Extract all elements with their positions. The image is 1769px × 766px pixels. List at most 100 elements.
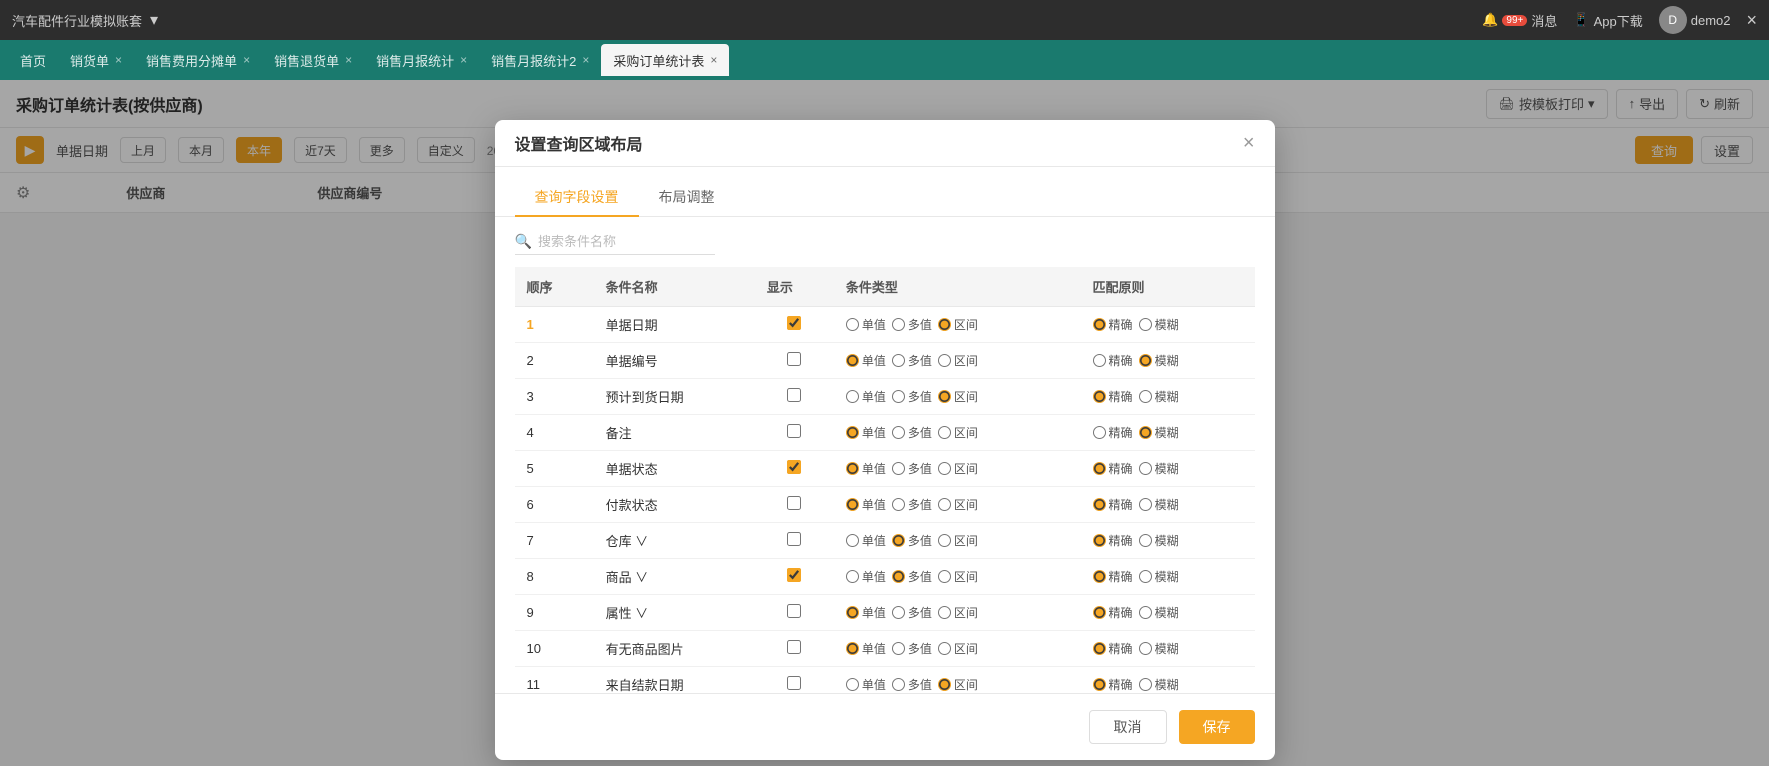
search-input[interactable] (538, 234, 698, 249)
type-multi-option[interactable]: 多值 (892, 604, 932, 621)
display-checkbox[interactable] (787, 352, 801, 366)
match-exact-option[interactable]: 精确 (1093, 496, 1133, 513)
type-single-option[interactable]: 单值 (846, 676, 886, 693)
type-range-option[interactable]: 区间 (938, 352, 978, 369)
type-range-option[interactable]: 区间 (938, 424, 978, 441)
match-exact-option[interactable]: 精确 (1093, 388, 1133, 405)
tab-4-close[interactable]: × (460, 53, 467, 67)
match-exact-option[interactable]: 精确 (1093, 604, 1133, 621)
tab-4[interactable]: 销售月报统计 × (364, 44, 479, 76)
display-checkbox[interactable] (787, 460, 801, 474)
match-fuzzy-option[interactable]: 模糊 (1139, 604, 1179, 621)
cell-display[interactable] (755, 630, 834, 666)
type-single-option[interactable]: 单值 (846, 532, 886, 549)
type-multi-option[interactable]: 多值 (892, 532, 932, 549)
match-fuzzy-option[interactable]: 模糊 (1139, 532, 1179, 549)
cell-display[interactable] (755, 486, 834, 522)
tab-sales-order[interactable]: 销货单 × (58, 44, 134, 76)
type-multi-option[interactable]: 多值 (892, 424, 932, 441)
tab-5[interactable]: 销售月报统计2 × (479, 44, 601, 76)
type-range-option[interactable]: 区间 (938, 676, 978, 693)
tab-sales-return[interactable]: 销售退货单 × (262, 44, 364, 76)
type-multi-option[interactable]: 多值 (892, 316, 932, 333)
cell-display[interactable] (755, 522, 834, 558)
display-checkbox[interactable] (787, 640, 801, 654)
type-range-option[interactable]: 区间 (938, 568, 978, 585)
tab-5-close[interactable]: × (582, 53, 589, 67)
match-fuzzy-option[interactable]: 模糊 (1139, 568, 1179, 585)
tab-sales-return-close[interactable]: × (345, 53, 352, 67)
cell-display[interactable] (755, 594, 834, 630)
cell-display[interactable] (755, 342, 834, 378)
type-multi-option[interactable]: 多值 (892, 676, 932, 693)
type-range-option[interactable]: 区间 (938, 316, 978, 333)
match-fuzzy-option[interactable]: 模糊 (1139, 676, 1179, 693)
cancel-button[interactable]: 取消 (1089, 710, 1167, 744)
modal-tab-fields[interactable]: 查询字段设置 (515, 179, 639, 217)
match-fuzzy-option[interactable]: 模糊 (1139, 316, 1179, 333)
type-range-option[interactable]: 区间 (938, 532, 978, 549)
display-checkbox[interactable] (787, 568, 801, 582)
type-multi-option[interactable]: 多值 (892, 460, 932, 477)
tab-sales-expense-close[interactable]: × (243, 53, 250, 67)
type-single-option[interactable]: 单值 (846, 460, 886, 477)
match-exact-option[interactable]: 精确 (1093, 424, 1133, 441)
match-fuzzy-option[interactable]: 模糊 (1139, 496, 1179, 513)
tab-purchase[interactable]: 采购订单统计表 × (601, 44, 729, 76)
cell-display[interactable] (755, 306, 834, 342)
match-exact-option[interactable]: 精确 (1093, 316, 1133, 333)
display-checkbox[interactable] (787, 604, 801, 618)
display-checkbox[interactable] (787, 316, 801, 330)
match-exact-option[interactable]: 精确 (1093, 460, 1133, 477)
type-range-option[interactable]: 区间 (938, 604, 978, 621)
type-range-option[interactable]: 区间 (938, 640, 978, 657)
type-single-option[interactable]: 单值 (846, 568, 886, 585)
close-top-button[interactable]: × (1746, 10, 1757, 31)
match-fuzzy-option[interactable]: 模糊 (1139, 352, 1179, 369)
tab-sales-expense[interactable]: 销售费用分摊单 × (134, 44, 262, 76)
download-button[interactable]: 📱 App下载 (1573, 11, 1642, 30)
cell-display[interactable] (755, 414, 834, 450)
type-single-option[interactable]: 单值 (846, 640, 886, 657)
type-single-option[interactable]: 单值 (846, 388, 886, 405)
display-checkbox[interactable] (787, 532, 801, 546)
match-fuzzy-option[interactable]: 模糊 (1139, 388, 1179, 405)
display-checkbox[interactable] (787, 496, 801, 510)
save-button[interactable]: 保存 (1179, 710, 1255, 744)
match-fuzzy-option[interactable]: 模糊 (1139, 460, 1179, 477)
dropdown-icon[interactable]: ▾ (150, 10, 158, 30)
match-exact-option[interactable]: 精确 (1093, 568, 1133, 585)
type-single-option[interactable]: 单值 (846, 352, 886, 369)
cell-display[interactable] (755, 450, 834, 486)
tab-purchase-close[interactable]: × (710, 53, 717, 67)
user-menu[interactable]: D demo2 (1659, 6, 1731, 34)
modal-close-button[interactable]: × (1243, 133, 1255, 153)
type-single-option[interactable]: 单值 (846, 424, 886, 441)
type-range-option[interactable]: 区间 (938, 388, 978, 405)
match-fuzzy-option[interactable]: 模糊 (1139, 424, 1179, 441)
type-multi-option[interactable]: 多值 (892, 568, 932, 585)
cell-display[interactable] (755, 378, 834, 414)
type-range-option[interactable]: 区间 (938, 460, 978, 477)
cell-display[interactable] (755, 558, 834, 594)
tab-home[interactable]: 首页 (8, 44, 58, 76)
type-multi-option[interactable]: 多值 (892, 640, 932, 657)
tab-sales-order-close[interactable]: × (115, 53, 122, 67)
type-multi-option[interactable]: 多值 (892, 388, 932, 405)
type-single-option[interactable]: 单值 (846, 496, 886, 513)
match-exact-option[interactable]: 精确 (1093, 532, 1133, 549)
display-checkbox[interactable] (787, 388, 801, 402)
type-multi-option[interactable]: 多值 (892, 352, 932, 369)
match-exact-option[interactable]: 精确 (1093, 352, 1133, 369)
match-exact-option[interactable]: 精确 (1093, 676, 1133, 693)
notification-button[interactable]: 🔔 99+ 消息 (1482, 11, 1557, 30)
match-fuzzy-option[interactable]: 模糊 (1139, 640, 1179, 657)
display-checkbox[interactable] (787, 424, 801, 438)
display-checkbox[interactable] (787, 676, 801, 690)
type-range-option[interactable]: 区间 (938, 496, 978, 513)
match-exact-option[interactable]: 精确 (1093, 640, 1133, 657)
modal-tab-layout[interactable]: 布局调整 (639, 179, 735, 217)
type-single-option[interactable]: 单值 (846, 604, 886, 621)
type-single-option[interactable]: 单值 (846, 316, 886, 333)
type-multi-option[interactable]: 多值 (892, 496, 932, 513)
